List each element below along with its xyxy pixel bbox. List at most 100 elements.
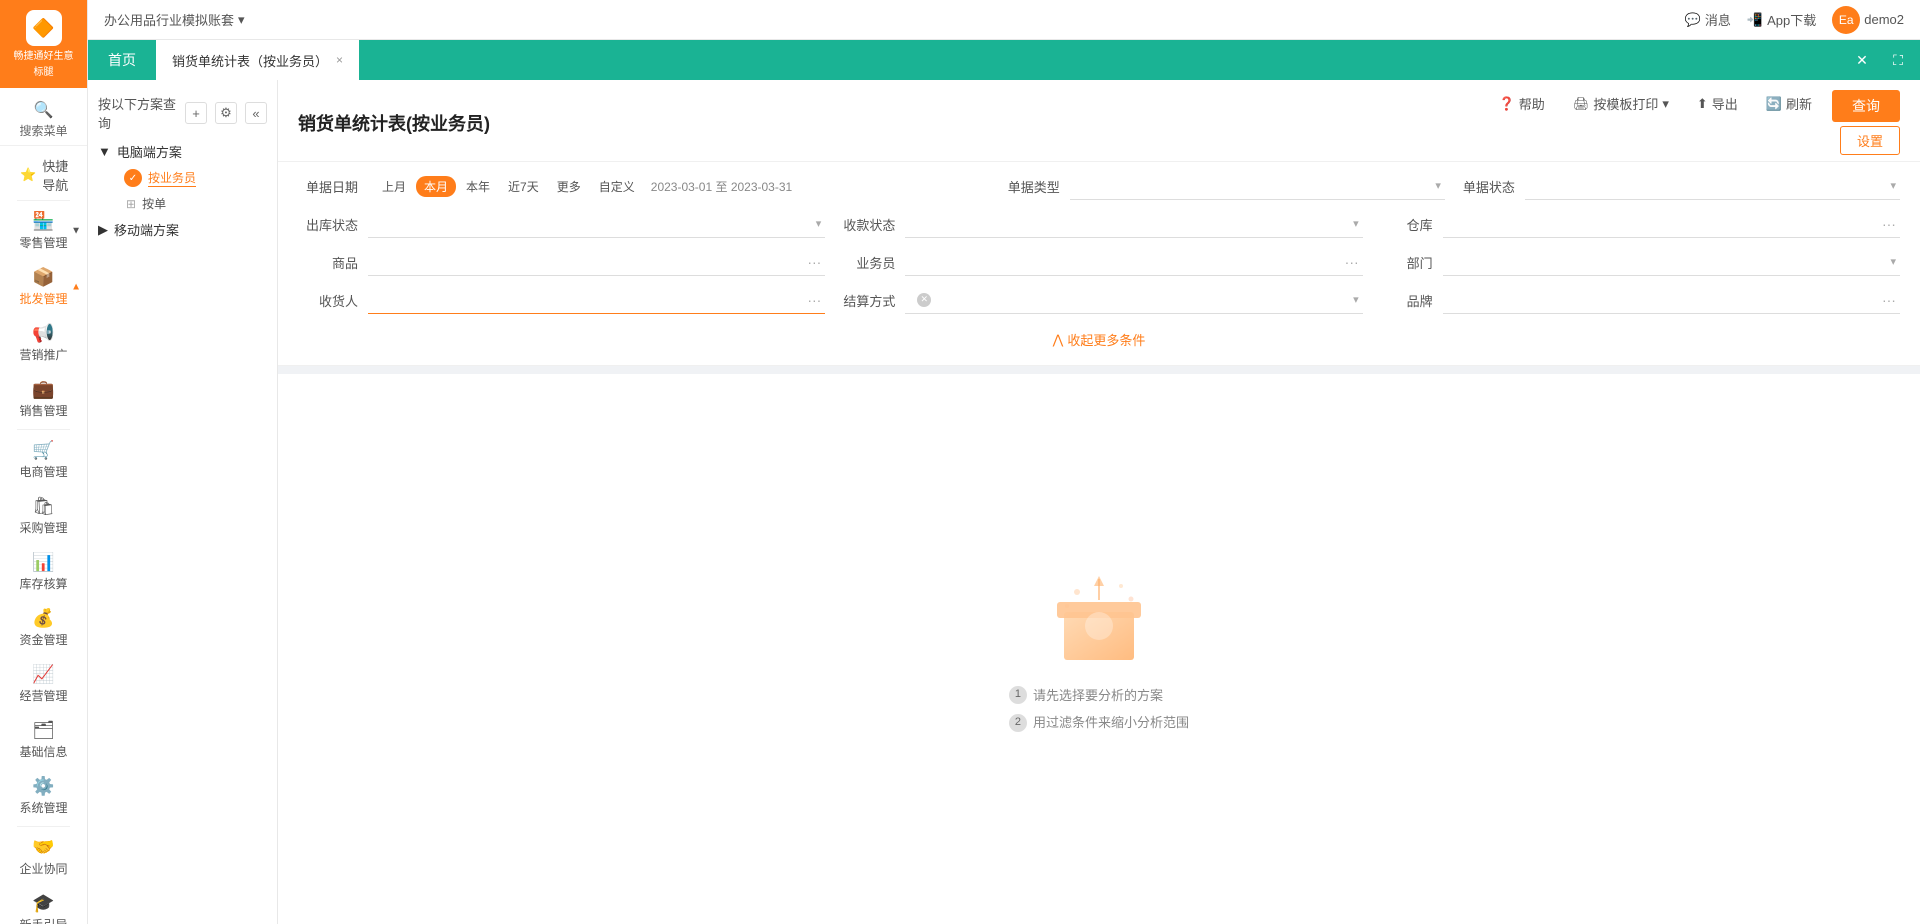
help-icon: ❓	[1499, 96, 1515, 112]
sidebar-item-wholesale[interactable]: 📦 批发管理 ▲	[0, 259, 87, 315]
doc-status-filter[interactable]: ▾	[1525, 172, 1900, 200]
settlement-arrow: ▾	[1353, 293, 1359, 306]
date-custom[interactable]: 自定义	[591, 176, 643, 197]
hint-text-2: 用过滤条件来缩小分析范围	[1033, 711, 1189, 734]
print-icon: 🖨	[1573, 96, 1590, 112]
scheme-collapse-btn[interactable]: «	[245, 102, 267, 124]
marketing-label: 营销推广	[19, 346, 67, 363]
sidebar-item-system[interactable]: ⚙️ 系统管理	[0, 768, 87, 824]
sidebar-item-marketing[interactable]: 📢 营销推广	[0, 315, 87, 371]
inventory-icon: 📊	[32, 552, 54, 573]
empty-illustration	[1039, 564, 1159, 664]
department-arrow: ▾	[1890, 255, 1896, 268]
sidebar-item-ecommerce[interactable]: 🛒 电商管理	[0, 432, 87, 488]
brand-filter[interactable]: ···	[1443, 286, 1900, 314]
hint-item-2: 2 用过滤条件来缩小分析范围	[1009, 711, 1189, 734]
receiver-filter[interactable]: ···	[368, 286, 825, 314]
tab-close-window[interactable]: ✕	[1848, 46, 1876, 74]
receiver-dots: ···	[807, 292, 821, 308]
pc-scheme-category[interactable]: ▼ 电脑端方案	[88, 138, 277, 165]
warehouse-filter[interactable]: ···	[1443, 210, 1900, 238]
sidebar-item-sales[interactable]: 💼 销售管理	[0, 371, 87, 427]
right-panel: 销货单统计表(按业务员) ❓ 帮助 🖨 按模板打印 ▾ ⬆	[278, 80, 1920, 924]
salesperson-filter[interactable]: ···	[905, 248, 1362, 276]
search-icon: 🔍	[34, 100, 54, 120]
sidebar-item-new-guide[interactable]: 🎓 新手引导	[0, 885, 87, 924]
operations-label: 经营管理	[19, 687, 67, 704]
date-curr-year[interactable]: 本年	[458, 176, 498, 197]
finance-label: 资金管理	[19, 631, 67, 648]
active-scheme-indicator: ✓	[124, 169, 142, 187]
message-btn[interactable]: 💬 消息	[1685, 10, 1731, 29]
purchase-icon: 🛍	[32, 496, 55, 517]
app-download-btn[interactable]: 📲 App下载	[1747, 10, 1816, 29]
tab-maximize[interactable]: ⛶	[1884, 46, 1912, 74]
tab-close-icon[interactable]: ×	[336, 53, 343, 67]
date-curr-month[interactable]: 本月	[416, 176, 456, 197]
sidebar-item-finance[interactable]: 💰 资金管理	[0, 600, 87, 656]
scheme-settings-btn[interactable]: ⚙	[215, 102, 237, 124]
logo-text: 畅捷通好生意	[14, 50, 74, 63]
date-prev-month[interactable]: 上月	[374, 176, 414, 197]
empty-hints: 1 请先选择要分析的方案 2 用过滤条件来缩小分析范围	[1009, 684, 1189, 735]
refresh-btn[interactable]: 🔄 刷新	[1758, 90, 1820, 117]
mobile-scheme-category[interactable]: ▶ 移动端方案	[88, 216, 277, 243]
settlement-label: 结算方式	[835, 291, 895, 310]
date-more[interactable]: 更多	[549, 176, 589, 197]
topbar: 办公用品行业模拟账套 ▾ 💬 消息 📲 App下载 Ea demo2	[88, 0, 1920, 40]
doc-status-arrow: ▾	[1890, 179, 1896, 192]
page-header: 销货单统计表(按业务员) ❓ 帮助 🖨 按模板打印 ▾ ⬆	[278, 80, 1920, 162]
app-selector[interactable]: 办公用品行业模拟账套 ▾	[104, 10, 245, 29]
collapse-filters-btn[interactable]: ⋀ 收起更多条件	[1053, 324, 1146, 355]
out-status-filter[interactable]: ▾	[368, 210, 825, 238]
refresh-label: 刷新	[1786, 94, 1812, 113]
sidebar-item-enterprise[interactable]: 🤝 企业协同	[0, 829, 87, 885]
sidebar-search-label: 搜索菜单	[19, 122, 67, 139]
scheme-by-order[interactable]: ⊞ 按单	[88, 191, 277, 216]
brand-label: 品牌	[1373, 291, 1433, 310]
empty-state: 1 请先选择要分析的方案 2 用过滤条件来缩小分析范围	[278, 374, 1920, 924]
tab-home-label: 首页	[108, 50, 136, 70]
empty-svg	[1039, 564, 1159, 664]
sidebar-logo[interactable]: 🔶 畅捷通好生意 标腿	[0, 0, 88, 88]
app-download-icon: 📲	[1747, 12, 1763, 28]
tab-home[interactable]: 首页	[88, 40, 156, 80]
page-title: 销货单统计表(按业务员)	[298, 110, 490, 136]
left-panel: 按以下方案查询 + ⚙ « ▼ 电脑端方案 ✓ 按业务员 ⊞ 按单 ▶ 移动端方…	[88, 80, 278, 924]
warehouse-label: 仓库	[1373, 215, 1433, 234]
date-7days[interactable]: 近7天	[500, 176, 547, 197]
help-btn[interactable]: ❓ 帮助	[1491, 90, 1553, 117]
sidebar-item-quicknav[interactable]: ⭐ 快捷导航	[0, 152, 87, 198]
scheme-by-salesperson[interactable]: ✓ 按业务员	[88, 165, 277, 191]
tab-sales-stats[interactable]: 销货单统计表（按业务员） ×	[156, 40, 359, 80]
user-profile[interactable]: Ea demo2	[1832, 6, 1904, 34]
sidebar-item-basic[interactable]: 🗂 基础信息	[0, 712, 87, 768]
export-btn[interactable]: ⬆ 导出	[1689, 90, 1746, 117]
by-salesperson-label: 按业务员	[148, 169, 196, 187]
settings-button[interactable]: 设置	[1840, 126, 1900, 155]
receive-status-filter[interactable]: ▾	[905, 210, 1362, 238]
system-icon: ⚙️	[32, 776, 54, 797]
settlement-clear-btn[interactable]: ✕	[917, 293, 931, 307]
date-filter[interactable]: 上月 本月 本年 近7天 更多 自定义 2023-03-01 至 2023-03…	[368, 172, 798, 200]
app-selector-arrow: ▾	[238, 12, 245, 28]
sidebar-search-item[interactable]: 🔍 搜索菜单	[0, 88, 87, 146]
date-tabs: 上月 本月 本年 近7天 更多 自定义	[374, 176, 643, 197]
scheme-add-btn[interactable]: +	[185, 102, 207, 124]
goods-filter[interactable]: ···	[368, 248, 825, 276]
enterprise-label: 企业协同	[19, 860, 67, 877]
sales-icon: 💼	[32, 379, 54, 400]
query-button[interactable]: 查询	[1832, 90, 1900, 122]
sidebar-item-operations[interactable]: 📈 经营管理	[0, 656, 87, 712]
order-icon: ⊞	[126, 197, 136, 211]
receive-status-arrow: ▾	[1353, 217, 1359, 230]
sidebar-item-inventory[interactable]: 📊 库存核算	[0, 544, 87, 600]
print-label: 按模板打印	[1593, 94, 1658, 113]
sidebar-item-purchase[interactable]: 🛍 采购管理	[0, 488, 87, 544]
settlement-filter[interactable]: ✕ ▾	[905, 286, 1362, 314]
department-filter[interactable]: ▾	[1443, 248, 1900, 276]
print-template-btn[interactable]: 🖨 按模板打印 ▾	[1565, 90, 1677, 117]
doc-type-filter[interactable]: ▾	[1070, 172, 1445, 200]
inventory-label: 库存核算	[19, 575, 67, 592]
sidebar-item-retail[interactable]: 🏪 零售管理 ▼	[0, 203, 87, 259]
